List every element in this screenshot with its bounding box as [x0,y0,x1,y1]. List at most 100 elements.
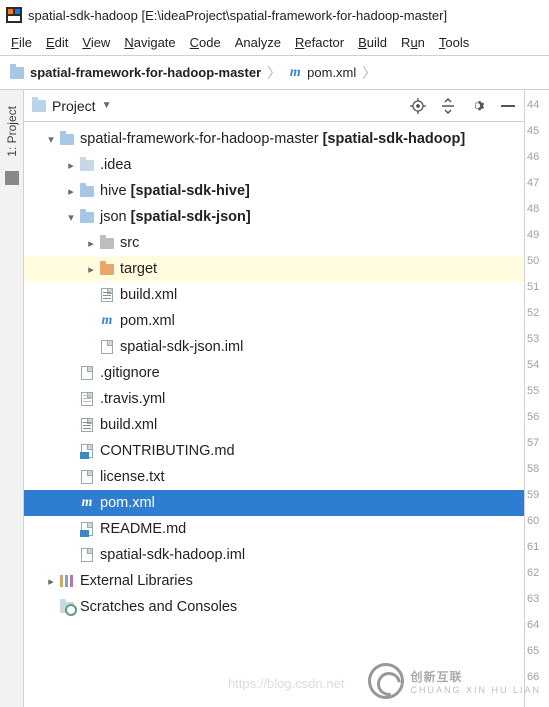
collapse-icon[interactable]: ▾ [44,133,58,146]
main-area: 1: Project Project ▼ ▾ spatial-framework… [0,90,549,707]
menu-navigate[interactable]: Navigate [117,33,182,52]
window-title: spatial-sdk-hadoop [E:\ideaProject\spati… [28,8,447,23]
gutter-line-number: 62 [525,560,549,586]
gutter-line-number: 52 [525,300,549,326]
tree-item-label: build.xml [100,417,157,433]
breadcrumb: spatial-framework-for-hadoop-master 〉 m … [0,56,549,90]
tree-file-gitignore[interactable]: ▸ .gitignore [24,360,524,386]
module-folder-icon [78,212,96,223]
tree-item-label: spatial-sdk-hadoop.iml [100,547,245,563]
tree-root[interactable]: ▾ spatial-framework-for-hadoop-master [s… [24,126,524,152]
gutter-line-number: 44 [525,92,549,118]
project-panel-header: Project ▼ [24,90,524,122]
ant-file-icon [98,288,116,302]
tree-file-json-pom[interactable]: ▸ m pom.xml [24,308,524,334]
maven-icon: m [287,65,303,81]
tree-file-readme[interactable]: ▸ README.md [24,516,524,542]
gutter-line-number: 57 [525,430,549,456]
tool-tab-structure-icon[interactable] [5,171,19,185]
tree-file-contributing[interactable]: ▸ CONTRIBUTING.md [24,438,524,464]
project-panel-title[interactable]: Project [52,98,96,114]
tree-file-json-build[interactable]: ▸ build.xml [24,282,524,308]
tree-item-label: .travis.yml [100,391,165,407]
tree-module-hive[interactable]: ▸ hive [spatial-sdk-hive] [24,178,524,204]
breadcrumb-root-label: spatial-framework-for-hadoop-master [30,65,261,80]
gutter-line-number: 65 [525,638,549,664]
gutter-line-number: 50 [525,248,549,274]
gutter-line-number: 55 [525,378,549,404]
menu-tools[interactable]: Tools [432,33,476,52]
text-file-icon [78,366,96,380]
tree-folder-idea[interactable]: ▸ .idea [24,152,524,178]
project-view-icon [32,100,46,112]
menu-build[interactable]: Build [351,33,394,52]
gutter-line-number: 46 [525,144,549,170]
tree-file-license[interactable]: ▸ license.txt [24,464,524,490]
menu-run[interactable]: Run [394,33,432,52]
folder-icon [78,160,96,171]
tree-item-label: CONTRIBUTING.md [100,443,235,459]
project-tree[interactable]: ▾ spatial-framework-for-hadoop-master [s… [24,122,524,620]
watermark-logo [368,663,404,699]
tree-item-module: [spatial-sdk-hive] [131,183,250,199]
markdown-file-icon [78,444,96,458]
expand-icon[interactable]: ▸ [84,263,98,276]
collapse-icon[interactable]: ▾ [64,211,78,224]
expand-icon[interactable]: ▸ [44,575,58,588]
watermark-url: https://blog.csdn.net [228,676,344,691]
gutter-line-number: 63 [525,586,549,612]
breadcrumb-separator: 〉 [265,63,283,83]
menu-bar: File Edit View Navigate Code Analyze Ref… [0,30,549,56]
dropdown-icon[interactable]: ▼ [102,100,112,111]
tree-file-build[interactable]: ▸ build.xml [24,412,524,438]
tree-item-label: Scratches and Consoles [80,599,237,615]
tree-scratches[interactable]: ▸ Scratches and Consoles [24,594,524,620]
window-titlebar: spatial-sdk-hadoop [E:\ideaProject\spati… [0,0,549,30]
gutter-line-number: 61 [525,534,549,560]
tree-file-pom-selected[interactable]: ▸ m pom.xml [24,490,524,516]
tree-file-travis[interactable]: ▸ .travis.yml [24,386,524,412]
menu-edit[interactable]: Edit [39,33,75,52]
tree-external-libraries[interactable]: ▸ External Libraries [24,568,524,594]
tree-file-json-iml[interactable]: ▸ spatial-sdk-json.iml [24,334,524,360]
tree-item-label: pom.xml [120,313,175,329]
menu-file[interactable]: File [4,33,39,52]
menu-refactor[interactable]: Refactor [288,33,351,52]
tree-item-label: hive [100,183,127,199]
expand-icon[interactable]: ▸ [64,185,78,198]
editor-gutter: 4445464748495051525354555657585960616263… [525,90,549,707]
breadcrumb-root[interactable]: spatial-framework-for-hadoop-master [6,65,265,80]
gutter-line-number: 60 [525,508,549,534]
tree-item-label: .idea [100,157,131,173]
tree-item-label: spatial-sdk-json.iml [120,339,243,355]
collapse-all-icon[interactable] [440,98,456,114]
settings-gear-icon[interactable] [470,98,486,114]
maven-icon: m [78,495,96,511]
watermark: 创新互联 CHUANG XIN HU LIAN [368,663,541,699]
tree-item-label: pom.xml [100,495,155,511]
gutter-line-number: 48 [525,196,549,222]
menu-view[interactable]: View [75,33,117,52]
menu-code[interactable]: Code [183,33,228,52]
expand-icon[interactable]: ▸ [64,159,78,172]
tree-module-json[interactable]: ▾ json [spatial-sdk-json] [24,204,524,230]
menu-analyze[interactable]: Analyze [228,33,288,52]
tree-folder-src[interactable]: ▸ src [24,230,524,256]
text-file-icon [78,470,96,484]
iml-file-icon [98,340,116,354]
expand-icon[interactable]: ▸ [84,237,98,250]
iml-file-icon [78,548,96,562]
maven-icon: m [98,313,116,329]
tool-tab-project[interactable]: 1: Project [5,102,19,161]
tree-file-root-iml[interactable]: ▸ spatial-sdk-hadoop.iml [24,542,524,568]
tree-item-label: README.md [100,521,186,537]
folder-icon [10,67,24,79]
gutter-line-number: 59 [525,482,549,508]
folder-icon [98,238,116,249]
scratches-icon [58,602,76,613]
breadcrumb-file[interactable]: m pom.xml [283,65,360,81]
locate-icon[interactable] [410,98,426,114]
tree-folder-target[interactable]: ▸ target [24,256,524,282]
excluded-folder-icon [98,264,116,275]
hide-panel-icon[interactable] [500,98,516,114]
